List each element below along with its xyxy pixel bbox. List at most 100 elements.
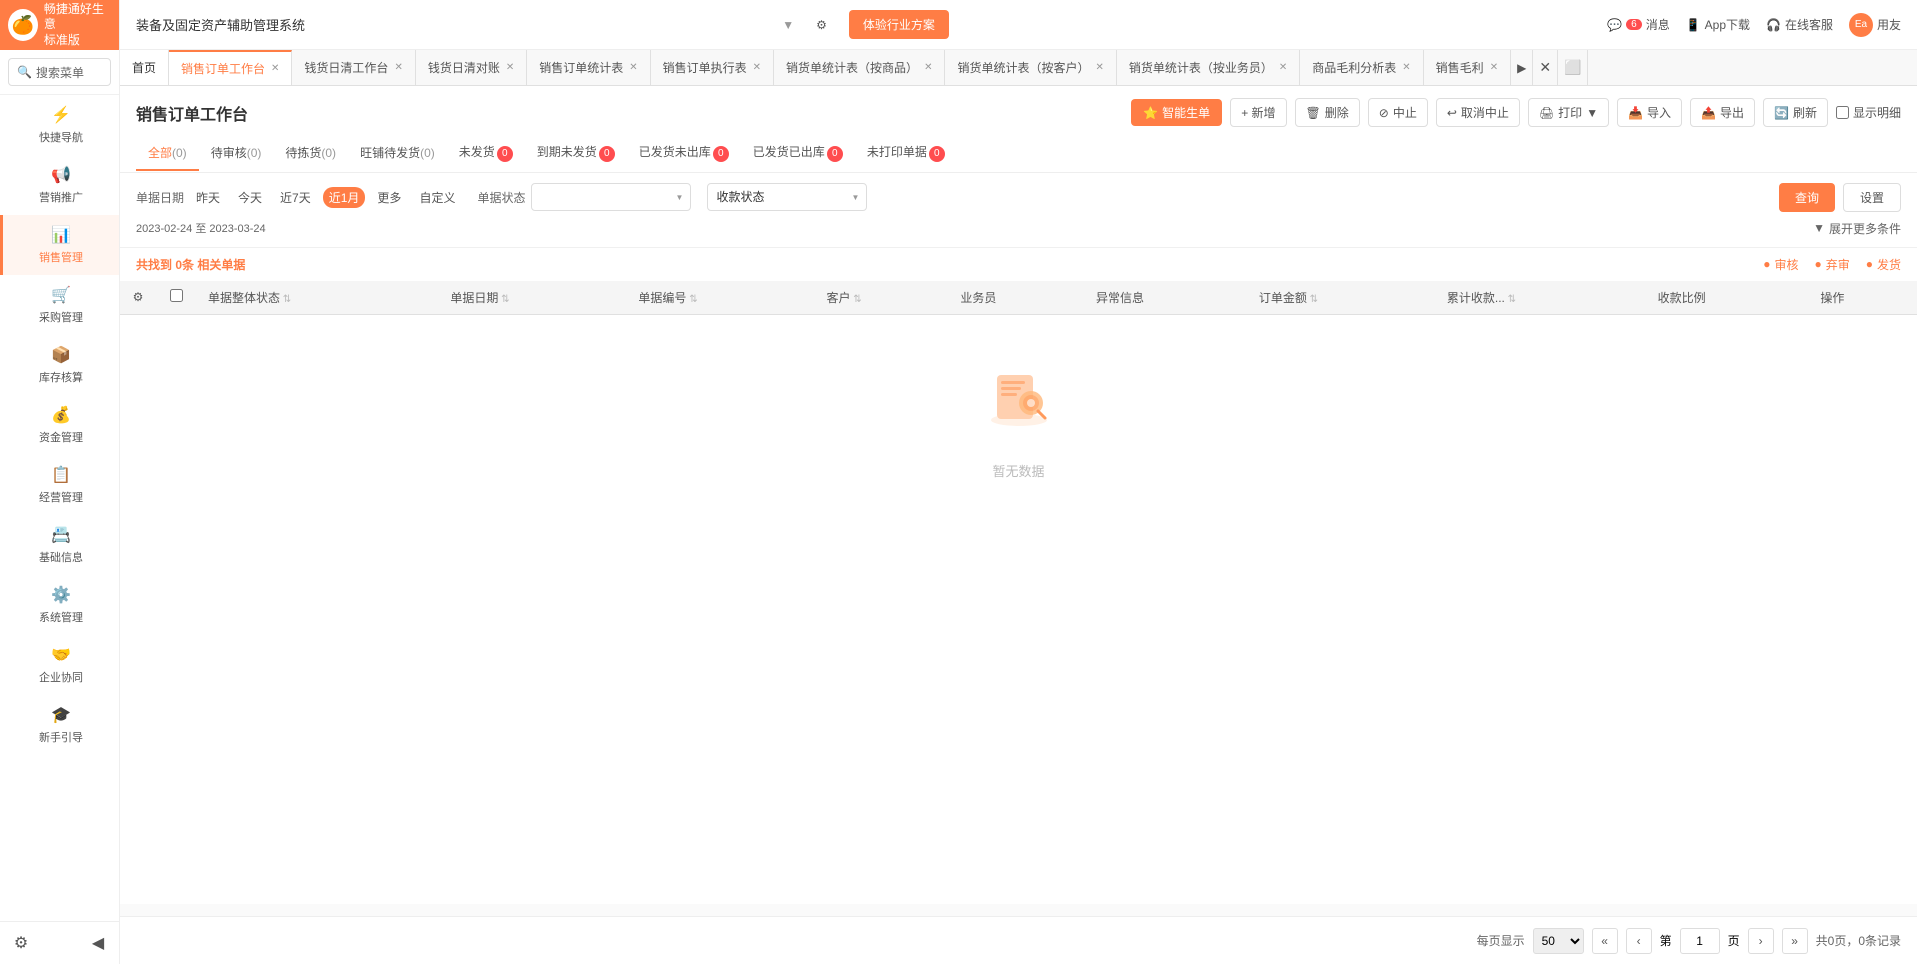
tab-close-icon[interactable]: ✕ [753,62,761,73]
settings-button[interactable]: ⚙ [8,930,34,956]
date-today[interactable]: 今天 [232,187,268,208]
tab-close-icon[interactable]: ✕ [506,62,514,73]
collapse-sidebar-button[interactable]: ◀ [85,930,111,956]
sidebar-item-sales[interactable]: 📊 销售管理 [0,215,119,275]
dropdown-arrow-icon[interactable]: ▼ [782,18,794,32]
date-yesterday[interactable]: 昨天 [190,187,226,208]
date-7days[interactable]: 近7天 [274,187,317,208]
tab-sales-profit[interactable]: 销售毛利 ✕ [1424,50,1511,86]
sidebar-item-system[interactable]: ⚙️ 系统管理 [0,575,119,635]
tab-sales-stat[interactable]: 销售订单统计表 ✕ [527,50,650,86]
tab-customer-stat[interactable]: 销货单统计表（按客户） ✕ [945,50,1116,86]
sidebar-item-inventory[interactable]: 📦 库存核算 [0,335,119,395]
payment-select-wrap: 收款状态 [707,183,867,211]
show-detail-checkbox[interactable] [1836,106,1849,119]
tab-close-icon[interactable]: ✕ [394,62,402,73]
sidebar-item-operations[interactable]: 📋 经营管理 [0,455,119,515]
app-download-button[interactable]: 📱 App下载 [1686,16,1750,33]
anti-review-action[interactable]: ● 弃审 [1814,256,1849,273]
sidebar-item-label: 销售管理 [39,249,83,265]
tab-overflow-button[interactable]: ▶ [1511,50,1533,86]
industry-solution-button[interactable]: 体验行业方案 [849,10,949,39]
page-number-input[interactable] [1680,928,1720,954]
subtab-pending-review[interactable]: 待审核(0) [199,136,274,171]
sidebar-item-marketing[interactable]: 📢 营销推广 [0,155,119,215]
sidebar-item-finance[interactable]: 💰 资金管理 [0,395,119,455]
status-select[interactable] [531,183,691,211]
subtabs: 全部(0) 待审核(0) 待拣货(0) 旺铺待发货(0) 未发货0 到期未发货0… [120,135,1917,173]
subtab-shipped-out[interactable]: 已发货已出库0 [741,135,855,172]
tab-sales-exec[interactable]: 销售订单执行表 ✕ [651,50,774,86]
sidebar-item-enterprise[interactable]: 🤝 企业协同 [0,635,119,695]
review-action[interactable]: ● 审核 [1763,256,1798,273]
smart-create-button[interactable]: ⭐ 智能生单 [1131,99,1222,126]
first-page-button[interactable]: « [1592,928,1618,954]
print-button[interactable]: 🖨 打印 ▼ [1528,98,1609,127]
subtab-wangpu[interactable]: 旺铺待发货(0) [348,136,447,171]
online-service-button[interactable]: 🎧 在线客服 [1766,16,1833,33]
last-page-button[interactable]: » [1782,928,1808,954]
subtab-shipped-not-out[interactable]: 已发货未出库0 [627,135,741,172]
tab-home[interactable]: 首页 [120,50,169,86]
page-size-select[interactable]: 10 20 50 100 [1533,928,1584,954]
user-menu-button[interactable]: Ea 用友 [1849,13,1901,37]
tab-close-icon[interactable]: ✕ [1279,62,1287,73]
tab-close-icon[interactable]: ✕ [1490,62,1498,73]
import-button[interactable]: 📥 导入 [1617,98,1682,127]
message-button[interactable]: 💬 6 消息 [1607,16,1670,33]
payment-select[interactable]: 收款状态 [707,183,867,211]
query-button[interactable]: 查询 [1779,183,1835,212]
th-collected[interactable]: 累计收款... [1435,281,1646,315]
subtab-all[interactable]: 全部(0) [136,136,199,171]
ship-action[interactable]: ● 发货 [1866,256,1901,273]
tab-close-icon[interactable]: ✕ [271,63,279,74]
search-menu-button[interactable]: 🔍 搜索菜单 [8,58,111,86]
tab-close-icon[interactable]: ✕ [629,62,637,73]
tab-cash-daily[interactable]: 钱货日清工作台 ✕ [292,50,415,86]
sidebar-item-purchase[interactable]: 🛒 采购管理 [0,275,119,335]
subtab-not-shipped[interactable]: 未发货0 [447,135,525,172]
delete-button[interactable]: 🗑 删除 [1295,98,1360,127]
tab-sales-workbench[interactable]: 销售订单工作台 ✕ [169,50,292,86]
subtab-not-printed[interactable]: 未打印单据0 [855,135,957,172]
tab-close-icon[interactable]: ✕ [924,62,932,73]
settings-gear-button[interactable]: ⚙ [806,13,837,37]
tab-cash-reconcile[interactable]: 钱货日清对账 ✕ [416,50,527,86]
tab-profit[interactable]: 商品毛利分析表 ✕ [1300,50,1423,86]
th-settings[interactable]: ⚙ [120,281,156,315]
th-date[interactable]: 单据日期 [438,281,626,315]
purchase-icon: 🛒 [51,285,71,305]
add-button[interactable]: + 新增 [1230,98,1286,127]
next-page-button[interactable]: › [1748,928,1774,954]
tab-close-all-button[interactable]: ✕ [1533,50,1558,86]
th-status[interactable]: 单据整体状态 [196,281,438,315]
sidebar-item-basic-info[interactable]: 📇 基础信息 [0,515,119,575]
date-custom[interactable]: 自定义 [413,187,461,208]
tab-close-icon[interactable]: ✕ [1095,62,1103,73]
empty-illustration [979,355,1059,449]
th-amount[interactable]: 订单金额 [1247,281,1435,315]
expand-filter-button[interactable]: ▼ 展开更多条件 [1813,220,1901,237]
tab-staff-stat[interactable]: 销货单统计表（按业务员） ✕ [1117,50,1300,86]
tab-product-stat[interactable]: 销货单统计表（按商品） ✕ [774,50,945,86]
date-range-display: 2023-02-24 至 2023-03-24 [136,220,266,236]
horizontal-scrollbar[interactable] [120,904,1917,916]
date-1month[interactable]: 近1月 [323,187,366,208]
refresh-button[interactable]: 🔄 刷新 [1763,98,1828,127]
date-more[interactable]: 更多 [371,187,407,208]
tab-maximize-button[interactable]: ⬜ [1558,50,1588,86]
th-customer[interactable]: 客户 [815,281,949,315]
subtab-expired-not-shipped[interactable]: 到期未发货0 [525,135,627,172]
set-button[interactable]: 设置 [1843,183,1901,212]
export-button[interactable]: 📤 导出 [1690,98,1755,127]
subtab-pending-pickup[interactable]: 待拣货(0) [273,136,348,171]
tab-close-icon[interactable]: ✕ [1402,62,1410,73]
cancel-stop-button[interactable]: ↩ 取消中止 [1436,98,1520,127]
stop-button[interactable]: ⊘ 中止 [1368,98,1428,127]
th-number[interactable]: 单据编号 [626,281,814,315]
sidebar-item-quick-nav[interactable]: ⚡ 快捷导航 [0,95,119,155]
sidebar-item-guide[interactable]: 🎓 新手引导 [0,695,119,755]
select-all-checkbox[interactable] [170,289,183,302]
refresh-icon: 🔄 [1774,106,1789,120]
prev-page-button[interactable]: ‹ [1626,928,1652,954]
